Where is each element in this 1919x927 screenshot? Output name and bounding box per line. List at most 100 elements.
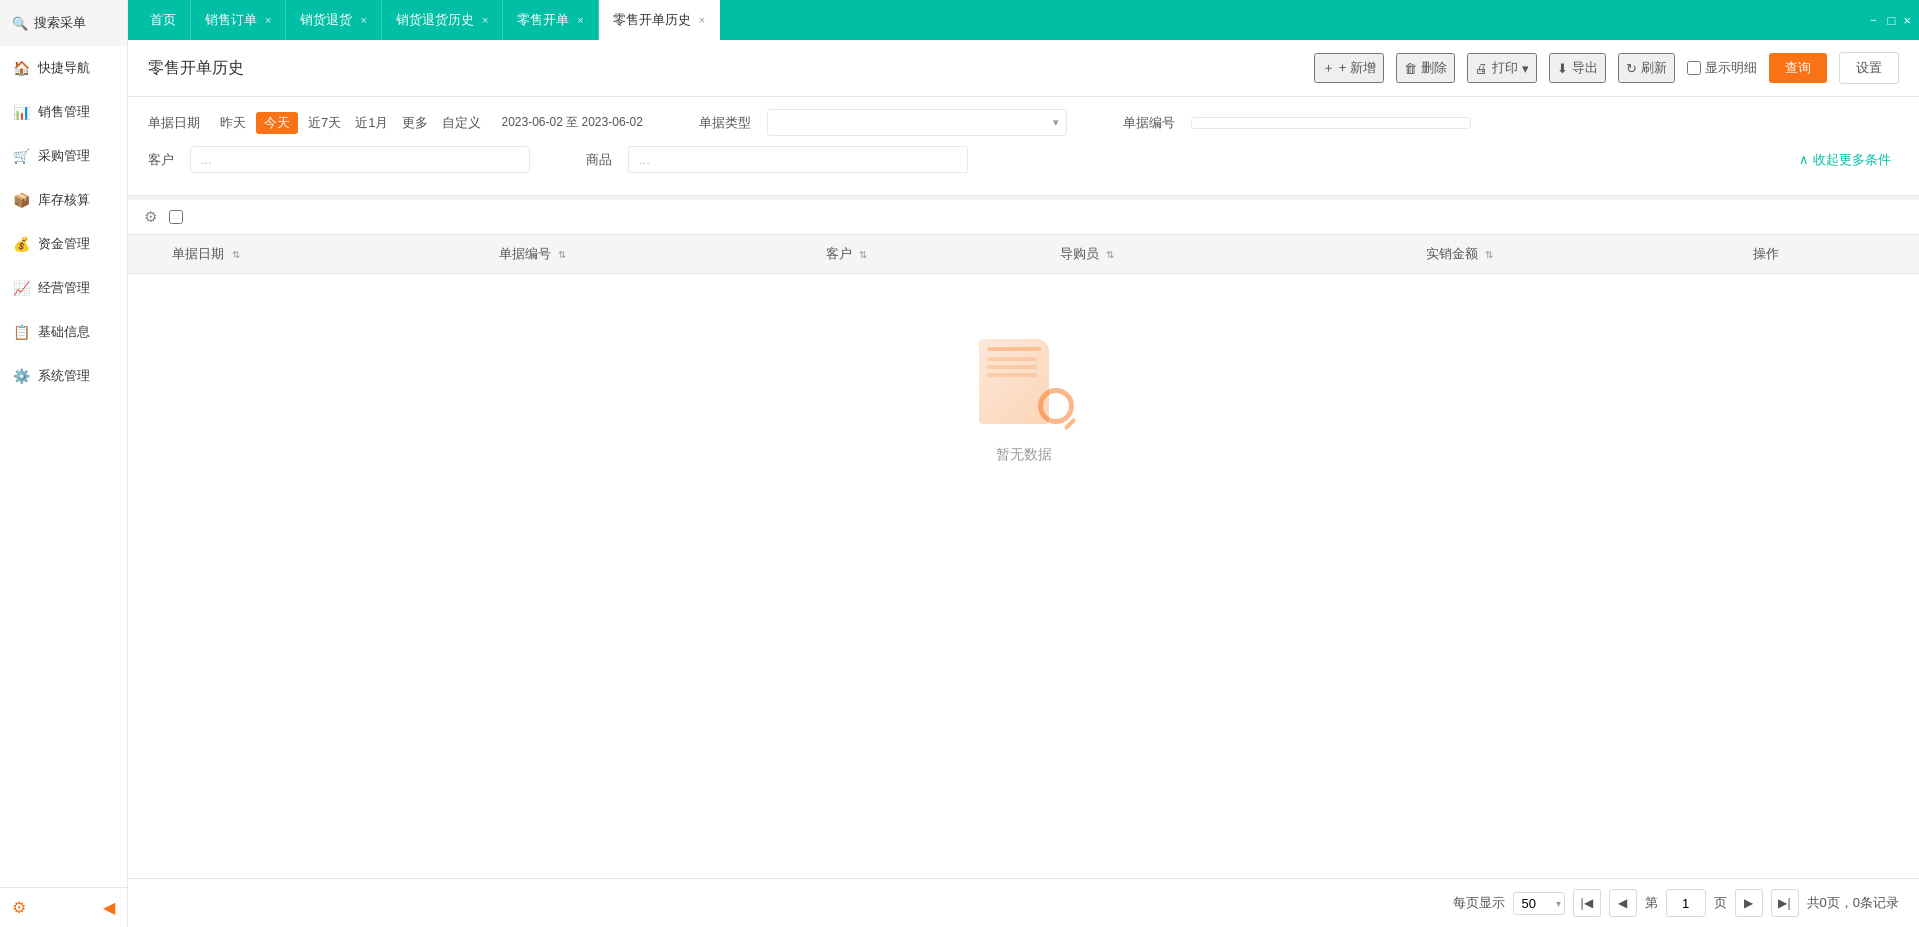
th-amount[interactable]: 实销金额 ⇅ xyxy=(1414,235,1741,274)
sidebar-item-quick-nav[interactable]: 🏠 快捷导航 xyxy=(0,46,127,90)
tab-sales-return-history[interactable]: 销货退货历史 × xyxy=(382,0,503,40)
delete-button[interactable]: 🗑 删除 xyxy=(1396,53,1455,83)
tab-sales-order-close[interactable]: × xyxy=(265,14,271,26)
date-today[interactable]: 今天 xyxy=(256,112,298,134)
sidebar-item-label: 资金管理 xyxy=(38,235,90,253)
display-detail-input[interactable] xyxy=(1687,61,1701,75)
th-date-sort-icon[interactable]: ⇅ xyxy=(232,249,240,260)
tab-retail-open[interactable]: 零售开单 × xyxy=(503,0,598,40)
date-more[interactable]: 更多 xyxy=(398,112,432,134)
sidebar-item-finance[interactable]: 💰 资金管理 xyxy=(0,222,127,266)
query-button[interactable]: 查询 xyxy=(1769,53,1827,83)
sales-icon: 📊 xyxy=(12,103,30,121)
sys-icon: ⚙️ xyxy=(12,367,30,385)
table-section: ⚙ 单据日期 ⇅ 单据编号 ⇅ xyxy=(128,200,1919,878)
settings-button[interactable]: 设置 xyxy=(1839,52,1899,84)
collapse-sidebar-icon[interactable]: ◀ xyxy=(103,898,115,917)
main-content: 首页 销售订单 × 销货退货 × 销货退货历史 × 零售开单 × 零售开单历史 … xyxy=(128,0,1919,927)
empty-illustration xyxy=(974,334,1074,434)
display-detail-checkbox[interactable]: 显示明细 xyxy=(1687,59,1757,77)
filter-section: 单据日期 昨天 今天 近7天 近1月 更多 自定义 2023-06-02 至 2… xyxy=(128,97,1919,196)
th-date[interactable]: 单据日期 ⇅ xyxy=(160,235,487,274)
delete-icon: 🗑 xyxy=(1404,61,1417,76)
th-amount-sort-icon[interactable]: ⇅ xyxy=(1485,249,1493,260)
order-type-select[interactable] xyxy=(767,109,1067,136)
th-action: 操作 xyxy=(1741,235,1919,274)
filter-row-1: 单据日期 昨天 今天 近7天 近1月 更多 自定义 2023-06-02 至 2… xyxy=(148,109,1899,136)
top-nav: 首页 销售订单 × 销货退货 × 销货退货历史 × 零售开单 × 零售开单历史 … xyxy=(128,0,1919,40)
page-suffix: 页 xyxy=(1714,894,1727,912)
print-chevron-icon: ▾ xyxy=(1522,61,1529,76)
date-custom[interactable]: 自定义 xyxy=(438,112,485,134)
sidebar-item-sales-mgmt[interactable]: 📊 销售管理 xyxy=(0,90,127,134)
th-date-label: 单据日期 xyxy=(172,246,224,261)
th-checkbox xyxy=(128,235,160,274)
sidebar-bottom: ⚙ ◀ xyxy=(0,887,127,927)
date-yesterday[interactable]: 昨天 xyxy=(216,112,250,134)
add-button[interactable]: ＋ + 新增 xyxy=(1314,53,1384,83)
per-page-select[interactable]: 50 10 20 100 xyxy=(1513,892,1565,915)
tab-sales-return-history-close[interactable]: × xyxy=(482,14,488,26)
page-header: 零售开单历史 ＋ + 新增 🗑 删除 🖨 打印 ▾ ⬇ 导出 ↻ 刷新 xyxy=(128,40,1919,97)
export-button[interactable]: ⬇ 导出 xyxy=(1549,53,1606,83)
select-all-checkbox[interactable] xyxy=(169,210,183,224)
empty-text: 暂无数据 xyxy=(996,446,1052,464)
tab-retail-history[interactable]: 零售开单历史 × xyxy=(599,0,720,40)
refresh-button[interactable]: ↻ 刷新 xyxy=(1618,53,1675,83)
sidebar-item-label: 快捷导航 xyxy=(38,59,90,77)
sidebar-item-label: 采购管理 xyxy=(38,147,90,165)
page-number-input[interactable] xyxy=(1666,889,1706,917)
goods-label: 商品 xyxy=(586,151,612,169)
tab-sales-order-label: 销售订单 xyxy=(205,11,257,29)
tab-sales-return[interactable]: 销货退货 × xyxy=(286,0,381,40)
settings-bottom-icon[interactable]: ⚙ xyxy=(12,898,26,917)
sidebar-item-inventory[interactable]: 📦 库存核算 xyxy=(0,178,127,222)
sidebar-item-label: 销售管理 xyxy=(38,103,90,121)
th-no[interactable]: 单据编号 ⇅ xyxy=(487,235,814,274)
window-close-btn[interactable]: × xyxy=(1903,13,1911,28)
th-salesman-sort-icon[interactable]: ⇅ xyxy=(1106,249,1114,260)
order-no-label: 单据编号 xyxy=(1123,114,1175,132)
tab-retail-open-label: 零售开单 xyxy=(517,11,569,29)
sidebar-item-purchase-mgmt[interactable]: 🛒 采购管理 xyxy=(0,134,127,178)
sidebar-item-label: 系统管理 xyxy=(38,367,90,385)
window-maximize-btn[interactable]: □ xyxy=(1888,13,1896,28)
date-last7[interactable]: 近7天 xyxy=(304,112,345,134)
customer-input[interactable]: ... xyxy=(190,146,530,173)
page-next-btn[interactable]: ▶ xyxy=(1735,889,1763,917)
sidebar-item-operations[interactable]: 📈 经营管理 xyxy=(0,266,127,310)
export-icon: ⬇ xyxy=(1557,61,1568,76)
tab-retail-history-close[interactable]: × xyxy=(699,14,705,26)
sidebar-search-label: 搜索采单 xyxy=(34,14,86,32)
th-customer[interactable]: 客户 ⇅ xyxy=(814,235,1048,274)
print-button[interactable]: 🖨 打印 ▾ xyxy=(1467,53,1537,83)
th-no-sort-icon[interactable]: ⇅ xyxy=(558,249,566,260)
tab-home[interactable]: 首页 xyxy=(136,0,191,40)
sidebar-item-sys-mgmt[interactable]: ⚙️ 系统管理 xyxy=(0,354,127,398)
tab-sales-return-close[interactable]: × xyxy=(360,14,366,26)
date-last1month[interactable]: 近1月 xyxy=(351,112,392,134)
sidebar-item-label: 经营管理 xyxy=(38,279,90,297)
tab-sales-order[interactable]: 销售订单 × xyxy=(191,0,286,40)
sidebar-item-base-info[interactable]: 📋 基础信息 xyxy=(0,310,127,354)
collapse-button[interactable]: ∧ 收起更多条件 xyxy=(1791,147,1899,173)
th-no-label: 单据编号 xyxy=(499,246,551,261)
table-wrapper: 单据日期 ⇅ 单据编号 ⇅ 客户 ⇅ 导购员 ⇅ xyxy=(128,235,1919,878)
th-customer-sort-icon[interactable]: ⇅ xyxy=(859,249,867,260)
page-first-btn[interactable]: |◀ xyxy=(1573,889,1601,917)
date-filter-label: 单据日期 xyxy=(148,114,200,132)
home-icon: 🏠 xyxy=(12,59,30,77)
page-prev-btn[interactable]: ◀ xyxy=(1609,889,1637,917)
tab-retail-open-close[interactable]: × xyxy=(577,14,583,26)
export-label: 导出 xyxy=(1572,59,1598,77)
window-minimize-btn[interactable]: － xyxy=(1867,11,1880,29)
search-icon: 🔍 xyxy=(12,16,28,31)
table-settings-icon[interactable]: ⚙ xyxy=(144,208,157,226)
order-no-input[interactable] xyxy=(1191,117,1471,129)
th-salesman[interactable]: 导购员 ⇅ xyxy=(1048,235,1328,274)
goods-input[interactable]: ... xyxy=(628,146,968,173)
print-label: 打印 xyxy=(1492,59,1518,77)
page-last-btn[interactable]: ▶| xyxy=(1771,889,1799,917)
sidebar-search[interactable]: 🔍 搜索采单 xyxy=(0,0,127,46)
filter-row-2: 客户 ... 商品 ... ∧ 收起更多条件 xyxy=(148,146,1899,173)
